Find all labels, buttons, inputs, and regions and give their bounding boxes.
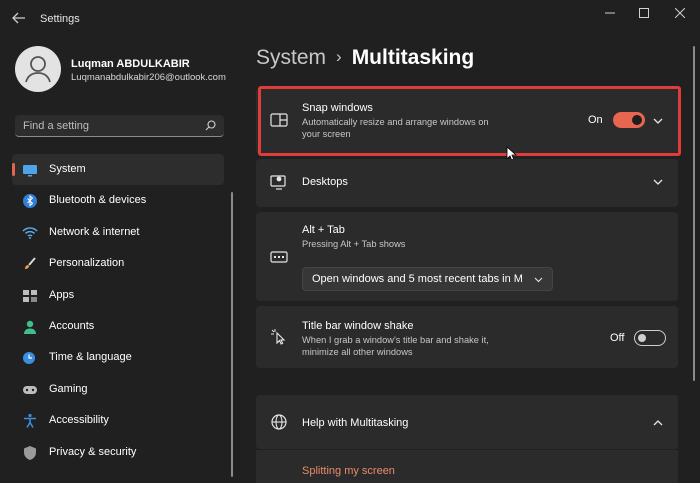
title-bar: Settings [0, 0, 700, 36]
close-icon [675, 8, 685, 18]
desktops-card[interactable]: Desktops [256, 159, 678, 207]
sidebar-item-label: Apps [49, 288, 75, 301]
sidebar-item-network[interactable]: Network & internet [12, 217, 224, 248]
sidebar-item-apps[interactable]: Apps [12, 280, 224, 311]
help-title: Help with Multitasking [302, 417, 409, 429]
sidebar-item-label: Time & language [49, 351, 132, 364]
wifi-icon [22, 226, 38, 239]
gamepad-icon [23, 385, 37, 394]
help-card[interactable]: Help with Multitasking [256, 395, 678, 449]
sidebar-item-accounts[interactable]: Accounts [12, 311, 224, 342]
shake-toggle-state: Off [610, 332, 625, 344]
shake-desc-line2: minimize all other windows [302, 347, 413, 357]
page-title: Multitasking [351, 46, 475, 69]
minimize-icon [605, 12, 615, 14]
sidebar-item-gaming[interactable]: Gaming [12, 374, 224, 405]
minimize-button[interactable] [592, 4, 628, 24]
shake-cursor-icon [271, 329, 286, 345]
user-name: Luqman ABDULKABIR [71, 58, 190, 70]
app-title: Settings [40, 13, 80, 25]
maximize-button[interactable] [626, 4, 662, 24]
highlight-box [258, 86, 681, 156]
sidebar: Luqman ABDULKABIR Luqmanabdulkabir206@ou… [0, 36, 240, 483]
splitting-screen-link[interactable]: Splitting my screen [302, 465, 395, 477]
accessibility-icon [24, 414, 36, 429]
sidebar-item-system[interactable]: System [12, 154, 224, 186]
toggle-knob [638, 334, 646, 342]
chevron-up-icon[interactable] [652, 417, 664, 429]
sidebar-item-label: Personalization [49, 257, 125, 270]
back-arrow-icon[interactable] [10, 9, 28, 27]
globe-icon [271, 414, 287, 430]
breadcrumb-parent[interactable]: System [256, 46, 326, 69]
alt-tab-title: Alt + Tab [302, 224, 345, 236]
main-scrollbar[interactable] [693, 46, 695, 381]
search-placeholder: Find a setting [23, 120, 90, 132]
avatar[interactable] [15, 46, 61, 92]
sidebar-item-personalization[interactable]: Personalization [12, 248, 224, 279]
clock-globe-icon [23, 352, 35, 365]
sidebar-item-label: Gaming [49, 382, 88, 395]
person-icon [24, 320, 36, 334]
title-bar-shake-card[interactable]: Title bar window shake When I grab a win… [256, 306, 678, 368]
person-placeholder-icon [25, 56, 51, 83]
sidebar-item-time-language[interactable]: Time & language [12, 342, 224, 373]
active-indicator [12, 163, 15, 176]
sidebar-item-label: Privacy & security [49, 445, 137, 458]
maximize-icon [639, 8, 649, 18]
sidebar-item-label: System [49, 163, 86, 175]
shield-icon [24, 445, 36, 460]
alt-tab-dropdown[interactable]: Open windows and 5 most recent tabs in M [302, 267, 553, 291]
sidebar-item-privacy[interactable]: Privacy & security [12, 437, 224, 468]
monitor-icon [23, 165, 37, 177]
shake-desc-line1: When I grab a window's title bar and sha… [302, 335, 489, 345]
alt-tab-dropdown-value: Open windows and 5 most recent tabs in M [312, 273, 523, 285]
sidebar-item-bluetooth[interactable]: Bluetooth & devices [12, 185, 224, 216]
sidebar-item-label: Network & internet [49, 225, 140, 238]
desktops-icon [270, 175, 286, 190]
search-input[interactable]: Find a setting [15, 115, 224, 137]
breadcrumb-separator-icon: › [336, 47, 342, 66]
alt-tab-desc: Pressing Alt + Tab shows [302, 239, 406, 249]
chevron-down-icon[interactable] [652, 176, 664, 188]
sidebar-item-accessibility[interactable]: Accessibility [12, 405, 224, 436]
sidebar-item-label: Accounts [49, 319, 95, 332]
close-button[interactable] [662, 4, 698, 24]
sidebar-scrollbar[interactable] [231, 192, 233, 477]
apps-grid-icon [23, 289, 37, 302]
alt-tab-icon [270, 251, 288, 263]
shake-title: Title bar window shake [302, 320, 414, 332]
title-bar-shake-toggle[interactable] [634, 330, 666, 346]
search-icon [205, 120, 216, 131]
desktops-title: Desktops [302, 176, 348, 188]
user-email: Luqmanabdulkabir206@outlook.com [71, 72, 226, 83]
breadcrumb: System › Multitasking [256, 46, 474, 70]
bluetooth-icon [23, 194, 37, 209]
brush-icon [25, 257, 36, 270]
sidebar-item-label: Bluetooth & devices [49, 194, 147, 207]
chevron-down-icon [534, 277, 543, 283]
sidebar-nav: System Bluetooth & devices Network & int… [12, 154, 224, 468]
sidebar-item-label: Accessibility [49, 414, 109, 427]
